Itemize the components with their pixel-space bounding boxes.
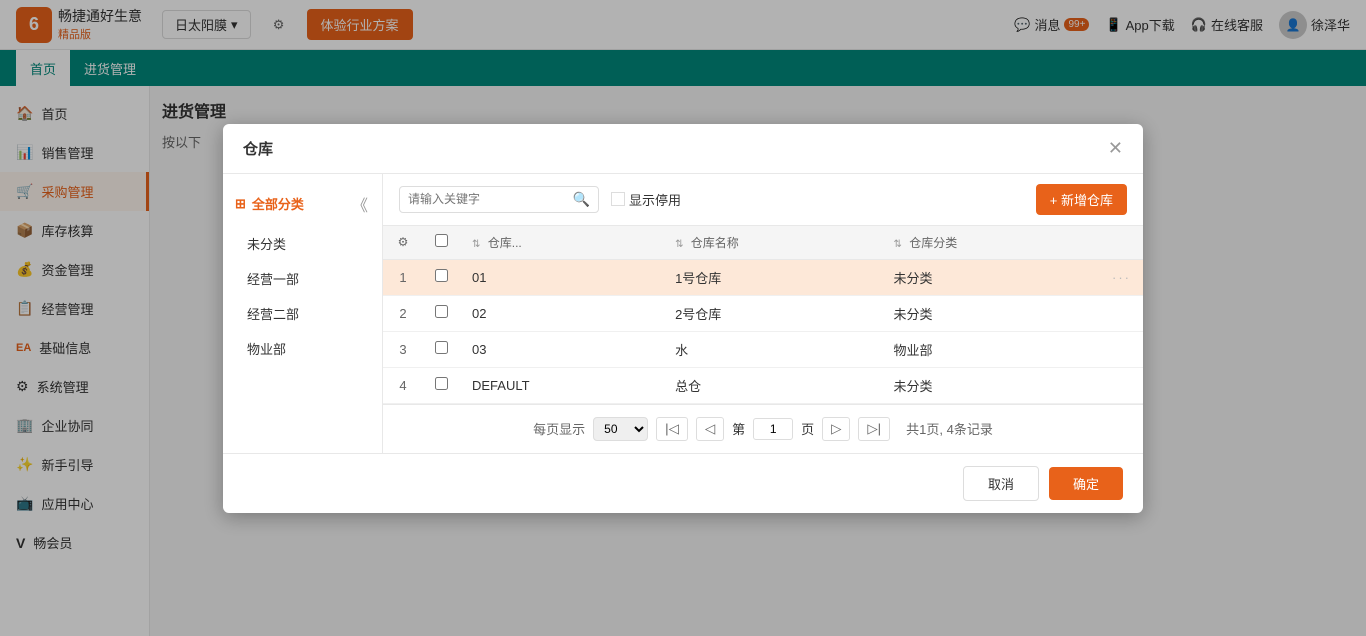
- page-first-button[interactable]: |◁: [656, 417, 688, 441]
- warehouse-table: ⚙ ⇅ 仓库... ⇅ 仓库名称: [383, 226, 1143, 404]
- row-name: 1号仓库: [663, 259, 881, 295]
- row-checkbox-cell: [423, 331, 460, 367]
- row-name: 水: [663, 331, 881, 367]
- dialog-close-button[interactable]: ✕: [1108, 138, 1123, 159]
- row-category: 未分类: [882, 367, 1100, 403]
- table-col-checkbox: [423, 226, 460, 260]
- show-disabled-checkbox[interactable]: [611, 192, 625, 206]
- warehouse-dialog: 仓库 ✕ ⊞ 全部分类 《 未分类 经营一部: [223, 124, 1143, 513]
- table-row[interactable]: 4 DEFAULT 总仓 未分类: [383, 367, 1143, 403]
- row-num: 1: [383, 259, 423, 295]
- sort-icon-code[interactable]: ⇅: [472, 239, 480, 250]
- select-all-checkbox[interactable]: [435, 234, 448, 247]
- row-checkbox[interactable]: [435, 269, 448, 282]
- category-label-property: 物业部: [247, 342, 286, 357]
- show-disabled-label[interactable]: 显示停用: [611, 190, 681, 209]
- table-header-row: ⚙ ⇅ 仓库... ⇅ 仓库名称: [383, 226, 1143, 260]
- dialog-pagination: 每页显示 50 20 100 |◁ ◁ 第 页 ▷ ▷| 共1页, 4条记录: [383, 404, 1143, 453]
- category-label-dept1: 经营一部: [247, 272, 299, 287]
- modal-overlay: 仓库 ✕ ⊞ 全部分类 《 未分类 经营一部: [0, 0, 1366, 636]
- search-input[interactable]: [408, 192, 573, 206]
- dialog-right-content: 🔍 显示停用 + 新增仓库 ⚙: [383, 174, 1143, 453]
- dialog-table-wrap: ⚙ ⇅ 仓库... ⇅ 仓库名称: [383, 226, 1143, 404]
- all-categories-label: 全部分类: [252, 194, 304, 213]
- add-warehouse-button[interactable]: + 新增仓库: [1036, 184, 1127, 215]
- dialog-toolbar: 🔍 显示停用 + 新增仓库: [383, 174, 1143, 226]
- dialog-title: 仓库: [243, 138, 273, 159]
- sort-icon-category[interactable]: ⇅: [894, 239, 902, 250]
- row-code: 02: [460, 295, 663, 331]
- per-page-select[interactable]: 50 20 100: [593, 417, 648, 441]
- row-name: 2号仓库: [663, 295, 881, 331]
- total-info: 共1页, 4条记录: [906, 419, 993, 438]
- category-label-dept2: 经营二部: [247, 307, 299, 322]
- table-col-actions: [1100, 226, 1143, 260]
- dialog-body: ⊞ 全部分类 《 未分类 经营一部 经营二部 物业部: [223, 174, 1143, 453]
- grid-icon: ⊞: [235, 196, 246, 212]
- row-more[interactable]: [1100, 331, 1143, 367]
- all-categories[interactable]: ⊞ 全部分类: [235, 194, 304, 213]
- row-checkbox-cell: [423, 367, 460, 403]
- collapse-button[interactable]: 《: [350, 190, 370, 218]
- search-input-wrap: 🔍: [399, 186, 599, 213]
- row-code: 03: [460, 331, 663, 367]
- page-next-button[interactable]: ▷: [822, 417, 850, 441]
- category-item-dept2[interactable]: 经营二部: [223, 296, 382, 331]
- row-num: 3: [383, 331, 423, 367]
- sort-icon-name[interactable]: ⇅: [675, 239, 683, 250]
- row-num: 4: [383, 367, 423, 403]
- table-col-category: ⇅ 仓库分类: [882, 226, 1100, 260]
- row-more[interactable]: [1100, 295, 1143, 331]
- page-number-input[interactable]: [753, 418, 793, 440]
- row-checkbox[interactable]: [435, 305, 448, 318]
- row-checkbox[interactable]: [435, 377, 448, 390]
- row-code: DEFAULT: [460, 367, 663, 403]
- confirm-button[interactable]: 确定: [1049, 467, 1123, 500]
- row-checkbox[interactable]: [435, 341, 448, 354]
- page-label: 第: [732, 419, 745, 438]
- table-col-gear: ⚙: [383, 226, 423, 260]
- table-col-name: ⇅ 仓库名称: [663, 226, 881, 260]
- row-name: 总仓: [663, 367, 881, 403]
- search-icon[interactable]: 🔍: [573, 191, 590, 208]
- category-item-dept1[interactable]: 经营一部: [223, 261, 382, 296]
- show-disabled-text: 显示停用: [629, 190, 681, 209]
- row-num: 2: [383, 295, 423, 331]
- dialog-header: 仓库 ✕: [223, 124, 1143, 174]
- row-code: 01: [460, 259, 663, 295]
- cancel-button[interactable]: 取消: [963, 466, 1039, 501]
- page-unit: 页: [801, 419, 814, 438]
- category-header: ⊞ 全部分类 《: [223, 182, 382, 226]
- table-row[interactable]: 2 02 2号仓库 未分类: [383, 295, 1143, 331]
- row-more[interactable]: ···: [1100, 259, 1143, 295]
- per-page-label: 每页显示: [533, 419, 585, 438]
- row-category: 物业部: [882, 331, 1100, 367]
- more-dots-icon[interactable]: ···: [1112, 270, 1131, 285]
- row-category: 未分类: [882, 259, 1100, 295]
- dialog-footer: 取消 确定: [223, 453, 1143, 513]
- table-row[interactable]: 1 01 1号仓库 未分类 ···: [383, 259, 1143, 295]
- table-col-code: ⇅ 仓库...: [460, 226, 663, 260]
- category-item-property[interactable]: 物业部: [223, 331, 382, 366]
- page-prev-button[interactable]: ◁: [696, 417, 724, 441]
- page-last-button[interactable]: ▷|: [858, 417, 890, 441]
- category-panel: ⊞ 全部分类 《 未分类 经营一部 经营二部 物业部: [223, 174, 383, 453]
- category-item-unclassified[interactable]: 未分类: [223, 226, 382, 261]
- row-category: 未分类: [882, 295, 1100, 331]
- row-checkbox-cell: [423, 295, 460, 331]
- category-label-unclassified: 未分类: [247, 237, 286, 252]
- row-more[interactable]: [1100, 367, 1143, 403]
- table-row[interactable]: 3 03 水 物业部: [383, 331, 1143, 367]
- row-checkbox-cell: [423, 259, 460, 295]
